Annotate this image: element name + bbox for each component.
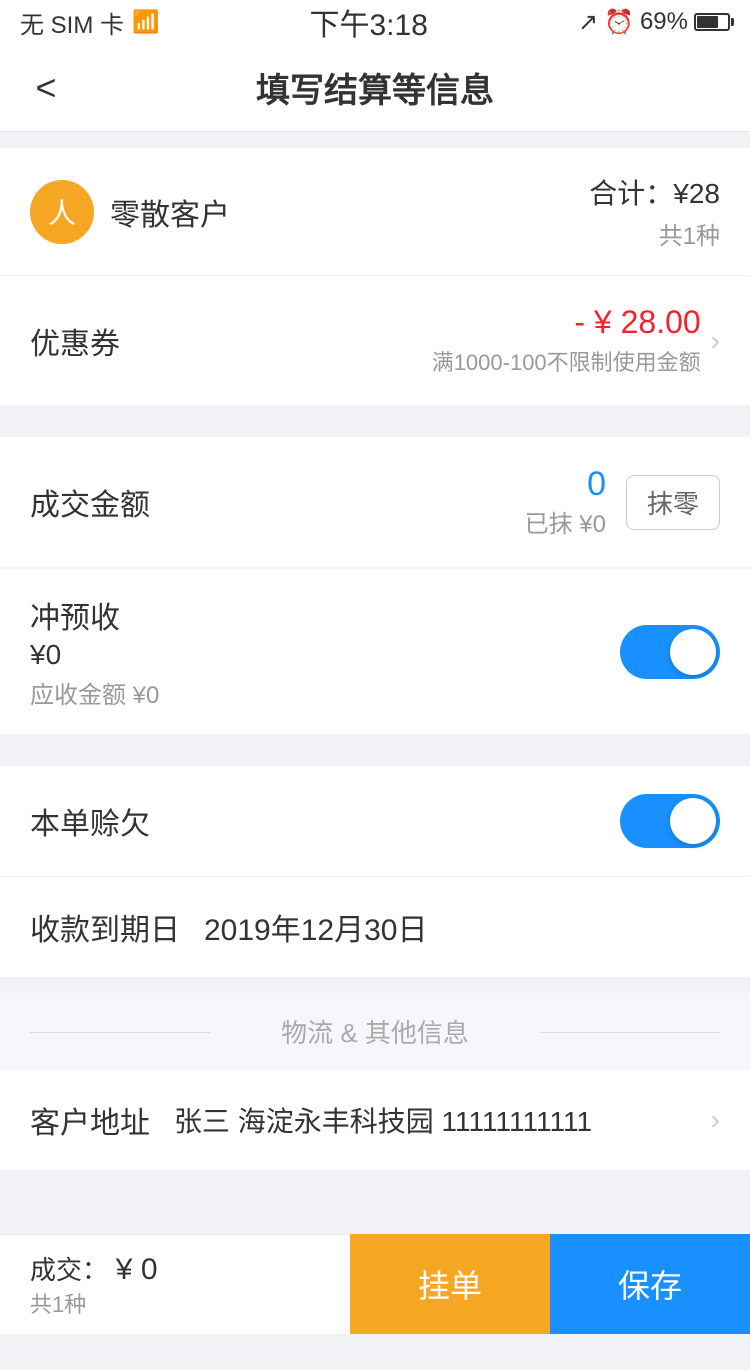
footer-deal-label: 成交：: [30, 1255, 108, 1285]
customer-info: 人 零散客户: [30, 180, 230, 244]
footer-deal-line: 成交： ¥ 0: [30, 1250, 320, 1287]
address-row[interactable]: 客户地址 张三 海淀永丰科技园 11111111111 ›: [0, 1070, 750, 1170]
avatar: 人: [30, 180, 94, 244]
deal-amount-row: 成交金额 0 已抹 ¥0 抹零: [0, 437, 750, 568]
customer-name: 零散客户: [110, 190, 230, 234]
deal-amount-value[interactable]: 0: [525, 465, 606, 504]
debt-label: 本单赊欠: [30, 799, 150, 843]
customer-section: 人 零散客户 合计：¥28 共1种 优惠券 - ¥ 28.00 满1000-10…: [0, 148, 750, 405]
logistics-label: 物流 & 其他信息: [281, 1018, 469, 1048]
footer-info: 成交： ¥ 0 共1种: [0, 1234, 350, 1334]
deal-amount-sub: 已抹 ¥0: [525, 504, 606, 539]
status-bar: 无 SIM 卡 📶 下午3:18 ↗ ⏰ 69%: [0, 0, 750, 44]
coupon-value-area: - ¥ 28.00 满1000-100不限制使用金额: [432, 304, 701, 377]
customer-total: 合计：¥28 共1种: [589, 172, 720, 251]
alarm-icon: ⏰: [604, 8, 634, 37]
status-time: 下午3:18: [309, 0, 427, 44]
customer-row: 人 零散客户 合计：¥28 共1种: [0, 148, 750, 275]
deal-amount-right: 0 已抹 ¥0 抹零: [525, 465, 720, 539]
advance-sub: 应收金额 ¥0: [30, 675, 159, 710]
nav-bar: < 填写结算等信息: [0, 44, 750, 132]
coupon-label: 优惠券: [30, 319, 120, 363]
advance-toggle[interactable]: [620, 625, 720, 679]
logistics-divider: 物流 & 其他信息: [0, 993, 750, 1070]
coupon-right: - ¥ 28.00 满1000-100不限制使用金额 ›: [432, 304, 720, 377]
back-button[interactable]: <: [24, 66, 68, 110]
page-title: 填写结算等信息: [256, 63, 494, 112]
address-value: 张三 海淀永丰科技园 11111111111: [174, 1100, 711, 1140]
advance-row: 冲预收 ¥0 应收金额 ¥0: [0, 568, 750, 734]
location-icon: ↗: [578, 8, 598, 37]
coupon-discount: - ¥ 28.00: [432, 304, 701, 341]
advance-amount: ¥0: [30, 639, 159, 671]
total-count: 共1种: [589, 216, 720, 251]
footer-count: 共1种: [30, 1287, 320, 1319]
footer-deal-amount: ¥ 0: [116, 1253, 158, 1286]
coupon-row[interactable]: 优惠券 - ¥ 28.00 满1000-100不限制使用金额 ›: [0, 275, 750, 405]
deal-amount-section: 成交金额 0 已抹 ¥0 抹零 冲预收 ¥0 应收金额 ¥0: [0, 437, 750, 734]
address-chevron-icon: ›: [711, 1104, 720, 1136]
duedate-row: 收款到期日 2019年12月30日: [0, 877, 750, 977]
toggle-knob: [670, 629, 716, 675]
advance-label: 冲预收: [30, 593, 159, 637]
status-left: 无 SIM 卡 📶: [20, 5, 159, 40]
debt-toggle[interactable]: [620, 794, 720, 848]
duedate-value: 2019年12月30日: [204, 905, 427, 949]
separator-1: [0, 405, 750, 421]
carrier-text: 无 SIM 卡: [20, 5, 124, 40]
hang-button[interactable]: 挂单: [350, 1234, 550, 1334]
duedate-label: 收款到期日: [30, 905, 180, 949]
status-right: ↗ ⏰ 69%: [578, 8, 730, 37]
debt-section: 本单赊欠: [0, 766, 750, 877]
round-zero-button[interactable]: 抹零: [626, 475, 720, 530]
address-label: 客户地址: [30, 1098, 150, 1142]
chevron-right-icon: ›: [711, 325, 720, 357]
footer: 成交： ¥ 0 共1种 挂单 保存: [0, 1234, 750, 1334]
battery-icon: [694, 13, 730, 31]
deal-amount-label: 成交金额: [30, 480, 150, 524]
debt-toggle-knob: [670, 798, 716, 844]
save-button[interactable]: 保存: [550, 1234, 750, 1334]
advance-info: 冲预收 ¥0 应收金额 ¥0: [30, 593, 159, 710]
wifi-icon: 📶: [132, 9, 159, 35]
total-amount: 合计：¥28: [589, 172, 720, 212]
coupon-desc: 满1000-100不限制使用金额: [432, 345, 701, 377]
separator-2: [0, 734, 750, 750]
battery-text: 69%: [640, 8, 688, 36]
